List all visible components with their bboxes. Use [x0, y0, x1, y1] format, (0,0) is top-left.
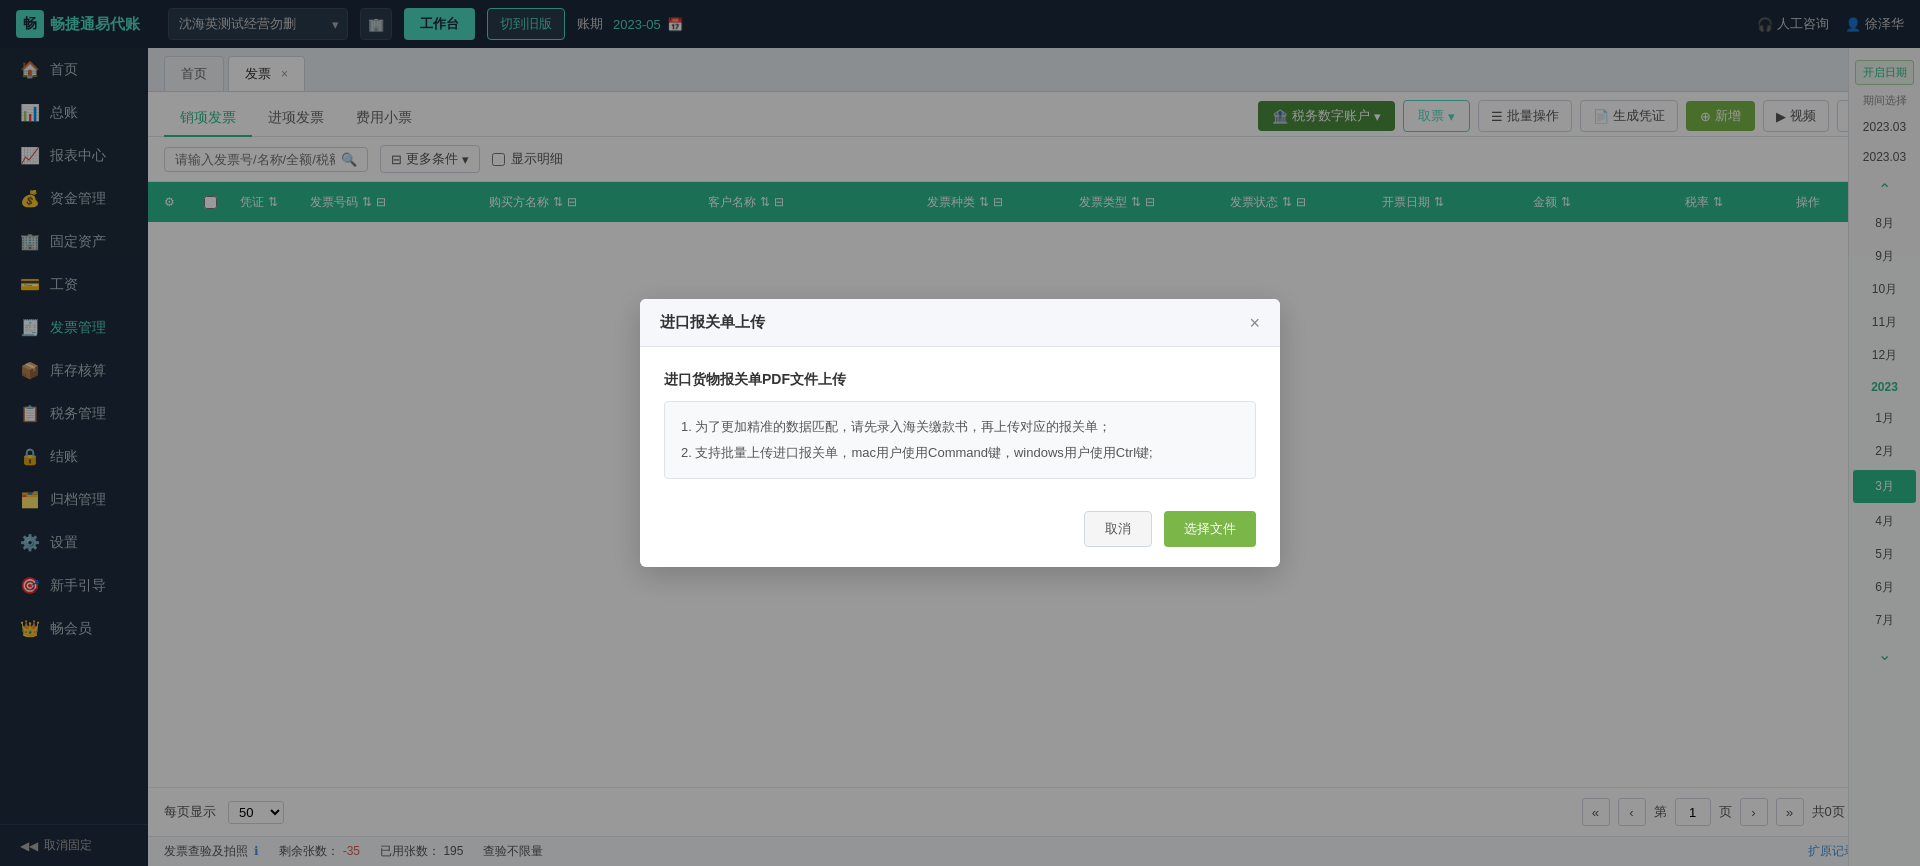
import-customs-modal: 进口报关单上传 × 进口货物报关单PDF文件上传 1. 为了更加精准的数据匹配，… — [640, 299, 1280, 567]
modal-select-file-button[interactable]: 选择文件 — [1164, 511, 1256, 547]
modal-title: 进口报关单上传 — [660, 313, 765, 332]
modal-info-line-1: 1. 为了更加精准的数据匹配，请先录入海关缴款书，再上传对应的报关单； — [681, 414, 1239, 440]
modal-cancel-button[interactable]: 取消 — [1084, 511, 1152, 547]
modal-header: 进口报关单上传 × — [640, 299, 1280, 347]
modal-body: 进口货物报关单PDF文件上传 1. 为了更加精准的数据匹配，请先录入海关缴款书，… — [640, 347, 1280, 495]
modal-info-line-2: 2. 支持批量上传进口报关单，mac用户使用Command键，windows用户… — [681, 440, 1239, 466]
modal-overlay: 进口报关单上传 × 进口货物报关单PDF文件上传 1. 为了更加精准的数据匹配，… — [0, 0, 1920, 866]
modal-info-box: 1. 为了更加精准的数据匹配，请先录入海关缴款书，再上传对应的报关单； 2. 支… — [664, 401, 1256, 479]
modal-close-button[interactable]: × — [1249, 314, 1260, 332]
modal-footer: 取消 选择文件 — [640, 495, 1280, 567]
modal-section-title: 进口货物报关单PDF文件上传 — [664, 371, 1256, 389]
